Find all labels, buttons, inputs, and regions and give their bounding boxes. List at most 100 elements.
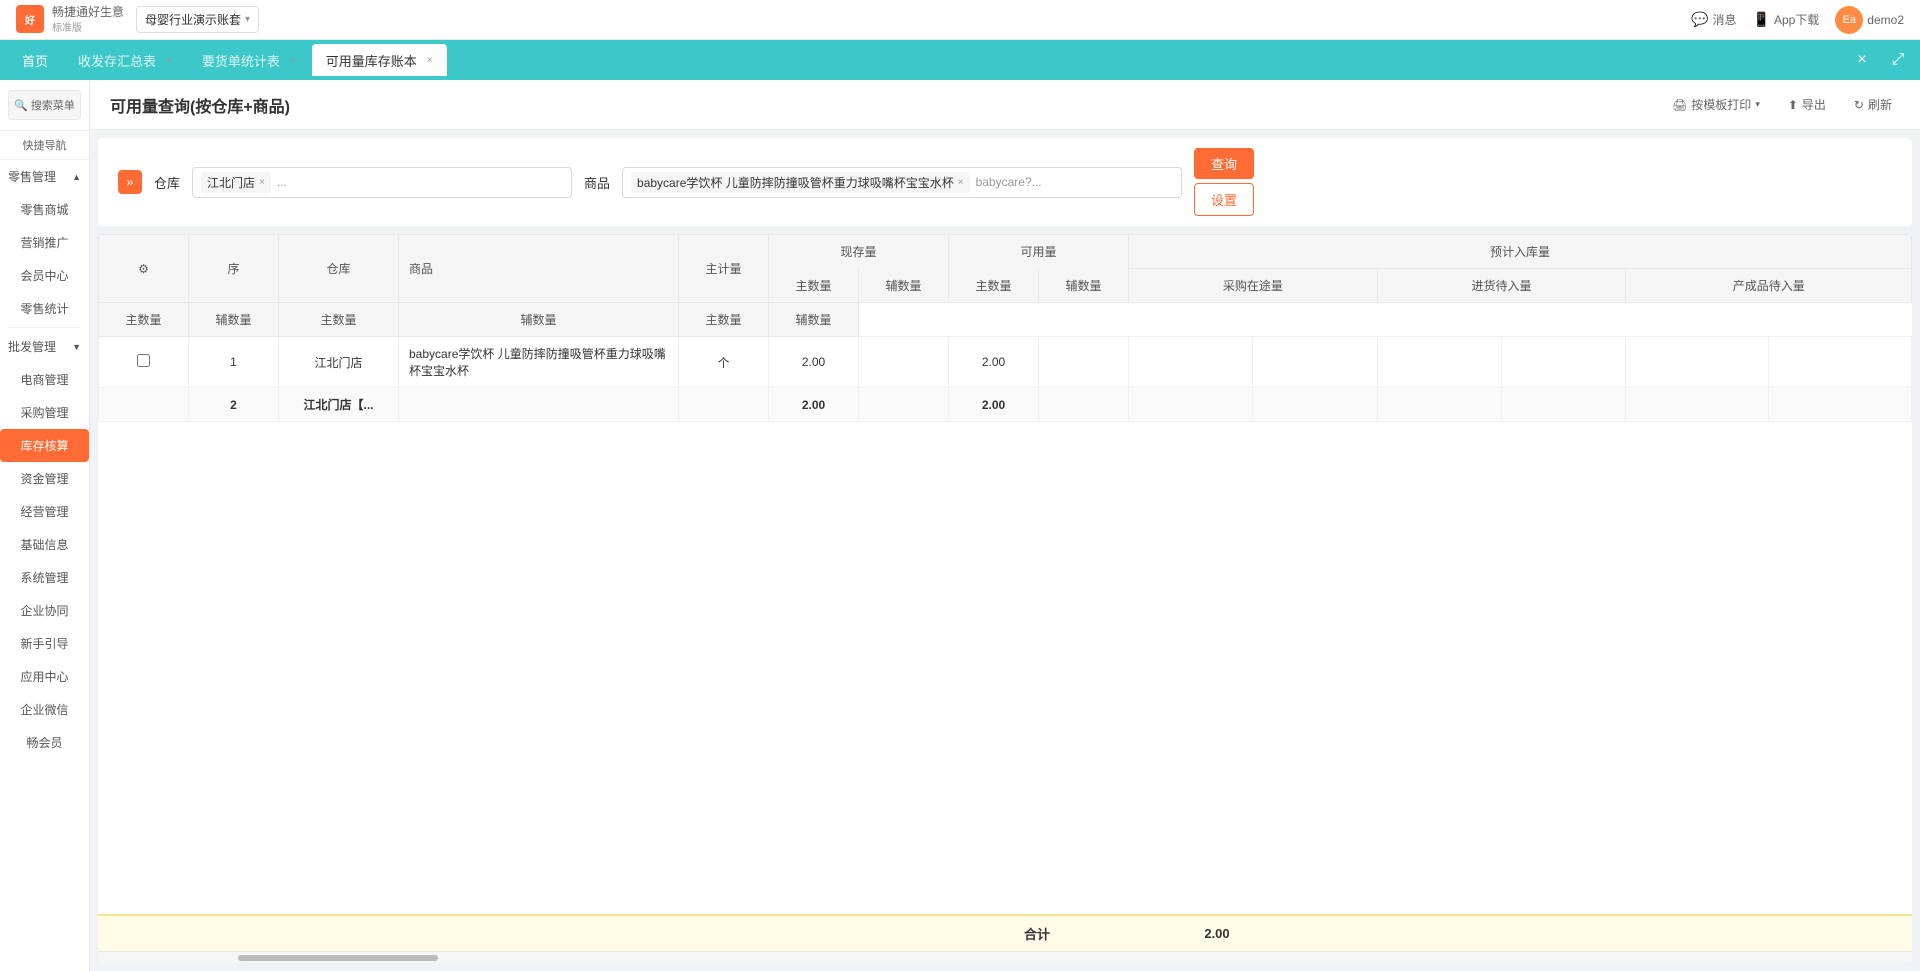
expand-icon: » — [127, 175, 134, 189]
user-area[interactable]: Ea demo2 — [1835, 6, 1904, 34]
sidebar-item-purchase-mgmt[interactable]: 采购管理 — [0, 396, 89, 429]
chevron-up-icon: ▲ — [72, 172, 81, 182]
filter-expand-button[interactable]: » — [118, 170, 142, 194]
content-area: 可用量查询(按仓库+商品) 🖨 按模板打印 ▾ ⬆ 导出 ↻ 刷新 — [90, 80, 1920, 971]
search-menu-label: 搜索菜单 — [31, 100, 75, 112]
page-title: 可用量查询(按仓库+商品) — [110, 93, 290, 117]
user-name: demo2 — [1867, 13, 1904, 27]
col-settings-header[interactable]: ⚙ — [99, 235, 189, 303]
col-incoming-aux: 辅数量 — [399, 303, 679, 337]
table-header-group: ⚙ 序 仓库 商品 主计量 现存量 可用量 预计入库量 — [99, 235, 1912, 269]
sidebar-item-finance-mgmt[interactable]: 资金管理 — [0, 462, 89, 495]
warehouse-tag-1[interactable]: 江北门店 × — [201, 172, 271, 193]
quick-nav-label: 快捷导航 — [23, 140, 67, 152]
col-finished-main: 主数量 — [679, 303, 769, 337]
sidebar-item-operations-mgmt-label: 经营管理 — [20, 503, 68, 520]
product-more[interactable]: babycare?... — [976, 175, 1042, 189]
row2-checkbox[interactable] — [99, 388, 189, 422]
sidebar-item-marketing[interactable]: 营销推广 — [0, 226, 89, 259]
refresh-button[interactable]: ↻ 刷新 — [1846, 92, 1900, 117]
settings-button[interactable]: 设置 — [1194, 183, 1254, 216]
sidebar-item-member-center[interactable]: 会员中心 — [0, 259, 89, 292]
col-warehouse-header: 仓库 — [279, 235, 399, 303]
row1-unit: 个 — [679, 337, 769, 388]
warehouse-tag-close[interactable]: × — [259, 177, 265, 188]
sidebar-item-member[interactable]: 畅会员 — [0, 726, 89, 759]
sidebar-item-enterprise-collab[interactable]: 企业协同 — [0, 594, 89, 627]
tab-available-inventory[interactable]: 可用量库存账本 × — [312, 44, 447, 76]
sidebar-item-operations-mgmt[interactable]: 经营管理 — [0, 495, 89, 528]
product-tag-close[interactable]: × — [958, 177, 964, 188]
horizontal-scrollbar[interactable] — [98, 951, 1912, 963]
tab-order-stats[interactable]: 要货单统计表 × — [188, 44, 310, 76]
scrollbar-thumb[interactable] — [238, 955, 438, 961]
tab-available-inventory-close[interactable]: × — [427, 55, 433, 66]
warehouse-more[interactable]: ... — [277, 175, 287, 189]
row1-in-aux — [1502, 337, 1626, 388]
row2-warehouse: 江北门店【... — [279, 388, 399, 422]
sidebar-item-retail-mgmt[interactable]: 零售管理 ▲ — [0, 160, 89, 193]
tab-order-stats-close[interactable]: × — [290, 55, 296, 66]
row1-checkbox[interactable] — [99, 337, 189, 388]
tab-receive-send[interactable]: 收发存汇总表 × — [64, 44, 186, 76]
table-scroll[interactable]: ⚙ 序 仓库 商品 主计量 现存量 可用量 预计入库量 主数量 辅 — [98, 234, 1912, 914]
product-tag-1[interactable]: babycare学饮杯 儿童防摔防撞吸管杯重力球吸嘴杯宝宝水杯 × — [631, 172, 970, 193]
row1-num: 1 — [189, 337, 279, 388]
sidebar-item-retail-stats[interactable]: 零售统计 — [0, 292, 89, 325]
sidebar-item-basic-info[interactable]: 基础信息 — [0, 528, 89, 561]
nav-expand-button[interactable]: ⤢ — [1884, 46, 1912, 74]
sidebar-item-new-guide[interactable]: 新手引导 — [0, 627, 89, 660]
sidebar-search-area: 🔍 搜索菜单 — [0, 80, 89, 131]
print-button[interactable]: 🖨 按模板打印 ▾ — [1664, 92, 1768, 117]
col-product-header: 商品 — [399, 235, 679, 303]
sidebar-item-system-mgmt[interactable]: 系统管理 — [0, 561, 89, 594]
col-num-header: 序 — [189, 235, 279, 303]
row2-unit — [679, 388, 769, 422]
sidebar-item-purchase-mgmt-label: 采购管理 — [20, 404, 68, 421]
sidebar-item-enterprise-wechat[interactable]: 企业微信 — [0, 693, 89, 726]
product-filter-label: 商品 — [584, 173, 610, 192]
table-row: 2 江北门店【... 2.00 2.00 — [99, 388, 1912, 422]
sidebar-item-ecommerce-mgmt-label: 电商管理 — [20, 371, 68, 388]
sidebar-item-app-center[interactable]: 应用中心 — [0, 660, 89, 693]
row1-fin-aux — [1769, 337, 1912, 388]
row1-avail-aux — [1039, 337, 1129, 388]
warehouse-tag-text: 江北门店 — [207, 174, 255, 191]
app-download-button[interactable]: 📱 App下载 — [1753, 11, 1820, 28]
sidebar-item-marketing-label: 营销推广 — [20, 234, 68, 251]
nav-close-button[interactable]: × — [1848, 46, 1876, 74]
sidebar-item-ecommerce-mgmt[interactable]: 电商管理 — [0, 363, 89, 396]
col-available-aux-qty: 辅数量 — [1039, 269, 1129, 303]
export-button[interactable]: ⬆ 导出 — [1780, 92, 1834, 117]
avatar-text: Ea — [1843, 14, 1856, 26]
sidebar-item-wholesale-mgmt-label: 批发管理 — [8, 338, 56, 355]
nav-tabs: 首页 收发存汇总表 × 要货单统计表 × 可用量库存账本 × × ⤢ — [0, 40, 1920, 80]
mobile-icon: 📱 — [1753, 11, 1770, 28]
settings-icon[interactable]: ⚙ — [138, 262, 149, 276]
row1-check-input[interactable] — [137, 354, 150, 367]
tab-receive-send-close[interactable]: × — [166, 55, 172, 66]
query-button[interactable]: 查询 — [1194, 148, 1254, 179]
search-menu-button[interactable]: 🔍 搜索菜单 — [8, 90, 81, 120]
row2-fin-main — [1626, 388, 1769, 422]
warehouse-filter-input[interactable]: 江北门店 × ... — [192, 167, 572, 198]
row1-in-main — [1377, 337, 1501, 388]
tab-home[interactable]: 首页 — [8, 44, 62, 76]
sidebar-item-inventory-check[interactable]: 库存核算 — [0, 429, 89, 462]
quick-nav-button[interactable]: 快捷导航 — [0, 131, 89, 160]
sidebar-item-member-label: 畅会员 — [26, 734, 62, 751]
industry-selector[interactable]: 母婴行业演示账套 ▾ — [136, 6, 259, 33]
refresh-label: 刷新 — [1868, 96, 1892, 113]
top-bar: 好 畅捷通好生意 标准版 母婴行业演示账套 ▾ 💬 消息 📱 App下载 Ea … — [0, 0, 1920, 40]
export-label: 导出 — [1802, 96, 1826, 113]
product-filter-input[interactable]: babycare学饮杯 儿童防摔防撞吸管杯重力球吸嘴杯宝宝水杯 × babyca… — [622, 167, 1182, 198]
sidebar-divider-1 — [8, 327, 81, 328]
sidebar-item-retail-mall[interactable]: 零售商城 — [0, 193, 89, 226]
row2-pur-aux — [1253, 388, 1377, 422]
row2-current-main: 2.00 — [769, 388, 859, 422]
print-icon: 🖨 — [1672, 98, 1687, 112]
warehouse-filter-label: 仓库 — [154, 173, 180, 192]
col-purchase-main: 主数量 — [99, 303, 189, 337]
sidebar-item-wholesale-mgmt[interactable]: 批发管理 ▼ — [0, 330, 89, 363]
message-button[interactable]: 💬 消息 — [1691, 11, 1736, 28]
